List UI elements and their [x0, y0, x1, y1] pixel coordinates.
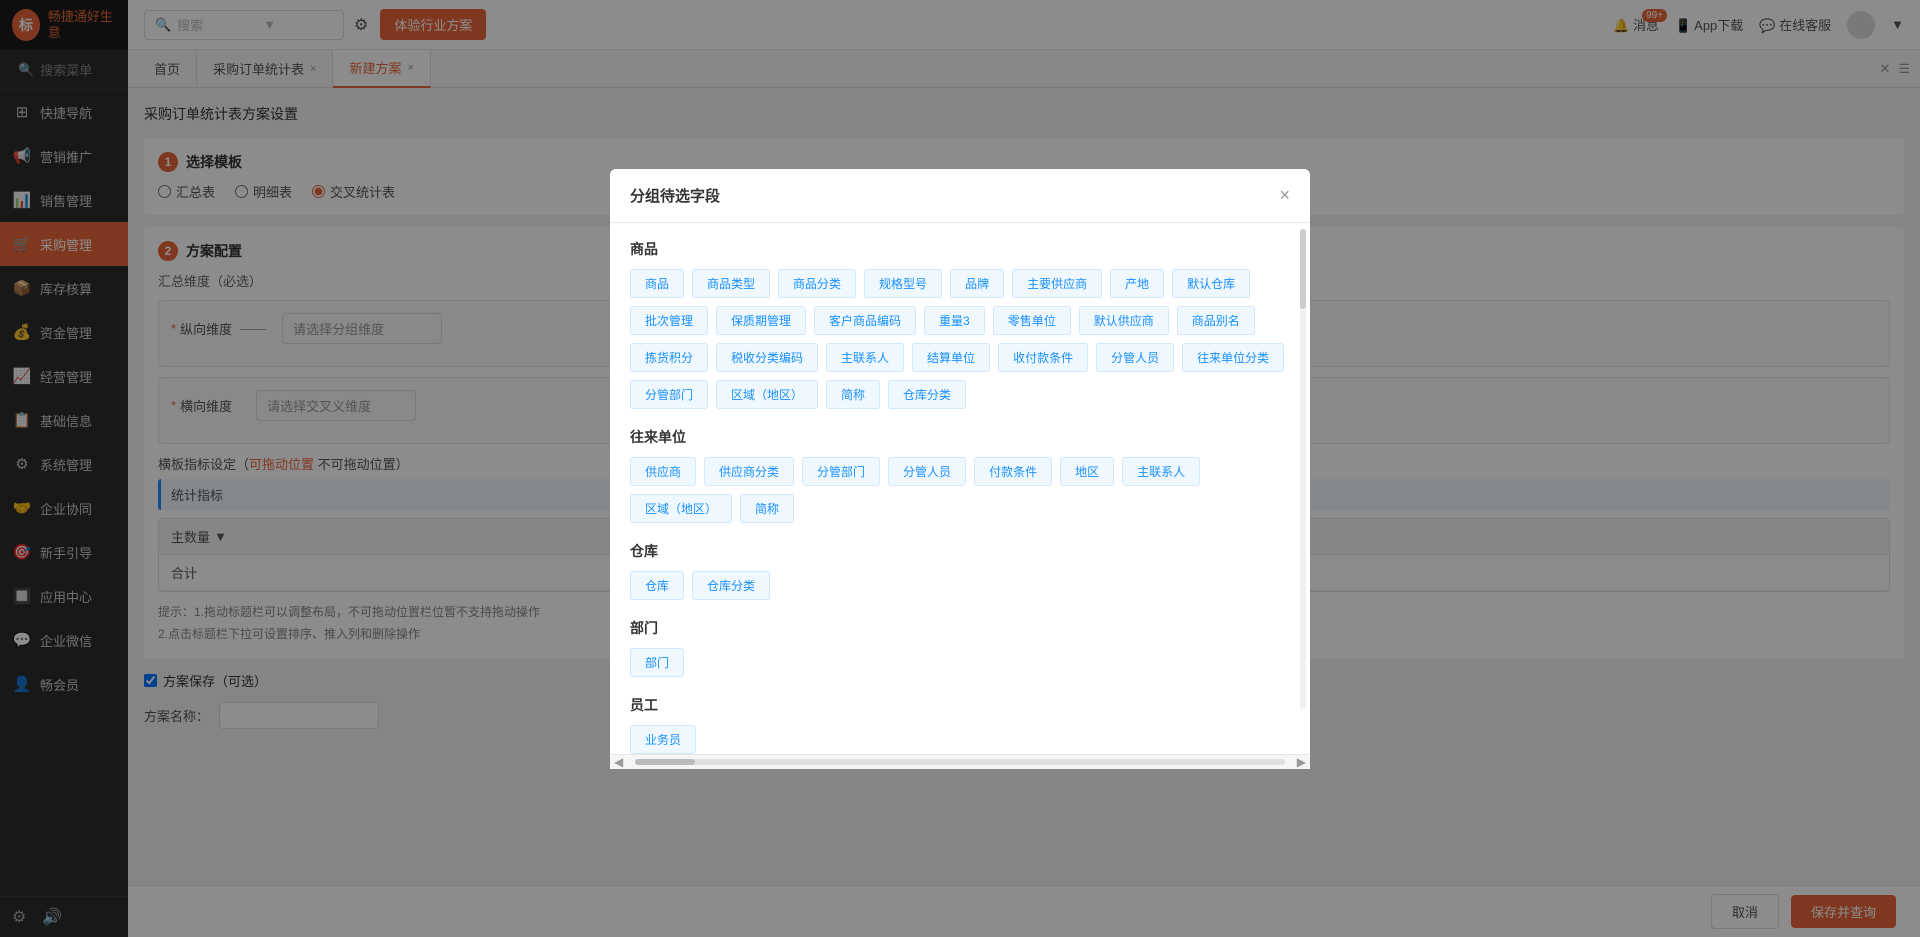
field-warehouse[interactable]: 仓库	[630, 571, 684, 600]
field-origin[interactable]: 产地	[1110, 269, 1164, 298]
modal-title: 分组待选字段	[630, 185, 720, 206]
field-spec-type[interactable]: 规格型号	[864, 269, 942, 298]
field-customer-code[interactable]: 客户商品编码	[814, 306, 916, 335]
section-department: 部门 部门	[630, 618, 1290, 677]
field-warehouse-category[interactable]: 仓库分类	[888, 380, 966, 409]
partner-fields: 供应商 供应商分类 分管部门 分管人员 付款条件 地区 主联系人 区域（地区） …	[630, 457, 1290, 523]
field-main-contact[interactable]: 主联系人	[826, 343, 904, 372]
field-tax-code[interactable]: 税收分类编码	[716, 343, 818, 372]
modal-vertical-scrollbar[interactable]	[1300, 229, 1306, 709]
field-default-supplier[interactable]: 默认供应商	[1079, 306, 1169, 335]
employee-fields: 业务员	[630, 725, 1290, 754]
warehouse-fields: 仓库 仓库分类	[630, 571, 1290, 600]
field-partner-manager[interactable]: 分管人员	[888, 457, 966, 486]
scroll-left-icon[interactable]: ◀	[610, 755, 627, 769]
modal-overlay: 分组待选字段 × 商品 商品 商品类型 商品分类 规格型号 品牌 主要供应商 产…	[0, 0, 1920, 937]
field-default-warehouse[interactable]: 默认仓库	[1172, 269, 1250, 298]
modal-header: 分组待选字段 ×	[610, 169, 1310, 223]
field-salesperson[interactable]: 业务员	[630, 725, 696, 754]
field-batch-mgmt[interactable]: 批次管理	[630, 306, 708, 335]
field-goods-category[interactable]: 商品分类	[778, 269, 856, 298]
field-partner-dept[interactable]: 分管部门	[802, 457, 880, 486]
section-partner: 往来单位 供应商 供应商分类 分管部门 分管人员 付款条件 地区 主联系人 区域…	[630, 427, 1290, 523]
field-weight[interactable]: 重量3	[924, 306, 985, 335]
field-partner-contact[interactable]: 主联系人	[1122, 457, 1200, 486]
scroll-thumb-v[interactable]	[1300, 229, 1306, 309]
field-main-supplier[interactable]: 主要供应商	[1012, 269, 1102, 298]
field-partner-region[interactable]: 区域（地区）	[630, 494, 732, 523]
field-expiry-mgmt[interactable]: 保质期管理	[716, 306, 806, 335]
field-goods[interactable]: 商品	[630, 269, 684, 298]
modal-horizontal-scrollbar[interactable]: ◀ ▶	[610, 754, 1310, 769]
section-department-title: 部门	[630, 618, 1290, 638]
section-warehouse: 仓库 仓库 仓库分类	[630, 541, 1290, 600]
field-payment-cond[interactable]: 付款条件	[974, 457, 1052, 486]
field-dept[interactable]: 分管部门	[630, 380, 708, 409]
field-partner-category[interactable]: 往来单位分类	[1182, 343, 1284, 372]
field-partner-abbr[interactable]: 简称	[740, 494, 794, 523]
field-department[interactable]: 部门	[630, 648, 684, 677]
field-abbr[interactable]: 简称	[826, 380, 880, 409]
field-payment-terms[interactable]: 收付款条件	[998, 343, 1088, 372]
scroll-right-icon[interactable]: ▶	[1293, 755, 1310, 769]
dept-fields: 部门	[630, 648, 1290, 677]
field-goods-alias[interactable]: 商品别名	[1177, 306, 1255, 335]
field-supplier[interactable]: 供应商	[630, 457, 696, 486]
section-employee-title: 员工	[630, 695, 1290, 715]
field-selector-modal: 分组待选字段 × 商品 商品 商品类型 商品分类 规格型号 品牌 主要供应商 产…	[610, 169, 1310, 769]
field-retail-unit[interactable]: 零售单位	[993, 306, 1071, 335]
field-area[interactable]: 地区	[1060, 457, 1114, 486]
field-region[interactable]: 区域（地区）	[716, 380, 818, 409]
modal-body: 商品 商品 商品类型 商品分类 规格型号 品牌 主要供应商 产地 默认仓库 批次…	[610, 223, 1310, 754]
field-settlement-unit[interactable]: 结算单位	[912, 343, 990, 372]
field-wh-category[interactable]: 仓库分类	[692, 571, 770, 600]
field-goods-type[interactable]: 商品类型	[692, 269, 770, 298]
field-brand[interactable]: 品牌	[950, 269, 1004, 298]
modal-close-button[interactable]: ×	[1279, 185, 1290, 206]
goods-fields: 商品 商品类型 商品分类 规格型号 品牌 主要供应商 产地 默认仓库 批次管理 …	[630, 269, 1290, 409]
section-goods-title: 商品	[630, 239, 1290, 259]
scroll-thumb-h[interactable]	[635, 759, 695, 765]
section-warehouse-title: 仓库	[630, 541, 1290, 561]
scroll-track-h	[635, 759, 1285, 765]
field-supplier-category[interactable]: 供应商分类	[704, 457, 794, 486]
section-partner-title: 往来单位	[630, 427, 1290, 447]
field-pick-score[interactable]: 拣货积分	[630, 343, 708, 372]
section-goods: 商品 商品 商品类型 商品分类 规格型号 品牌 主要供应商 产地 默认仓库 批次…	[630, 239, 1290, 409]
field-manager[interactable]: 分管人员	[1096, 343, 1174, 372]
section-employee: 员工 业务员	[630, 695, 1290, 754]
